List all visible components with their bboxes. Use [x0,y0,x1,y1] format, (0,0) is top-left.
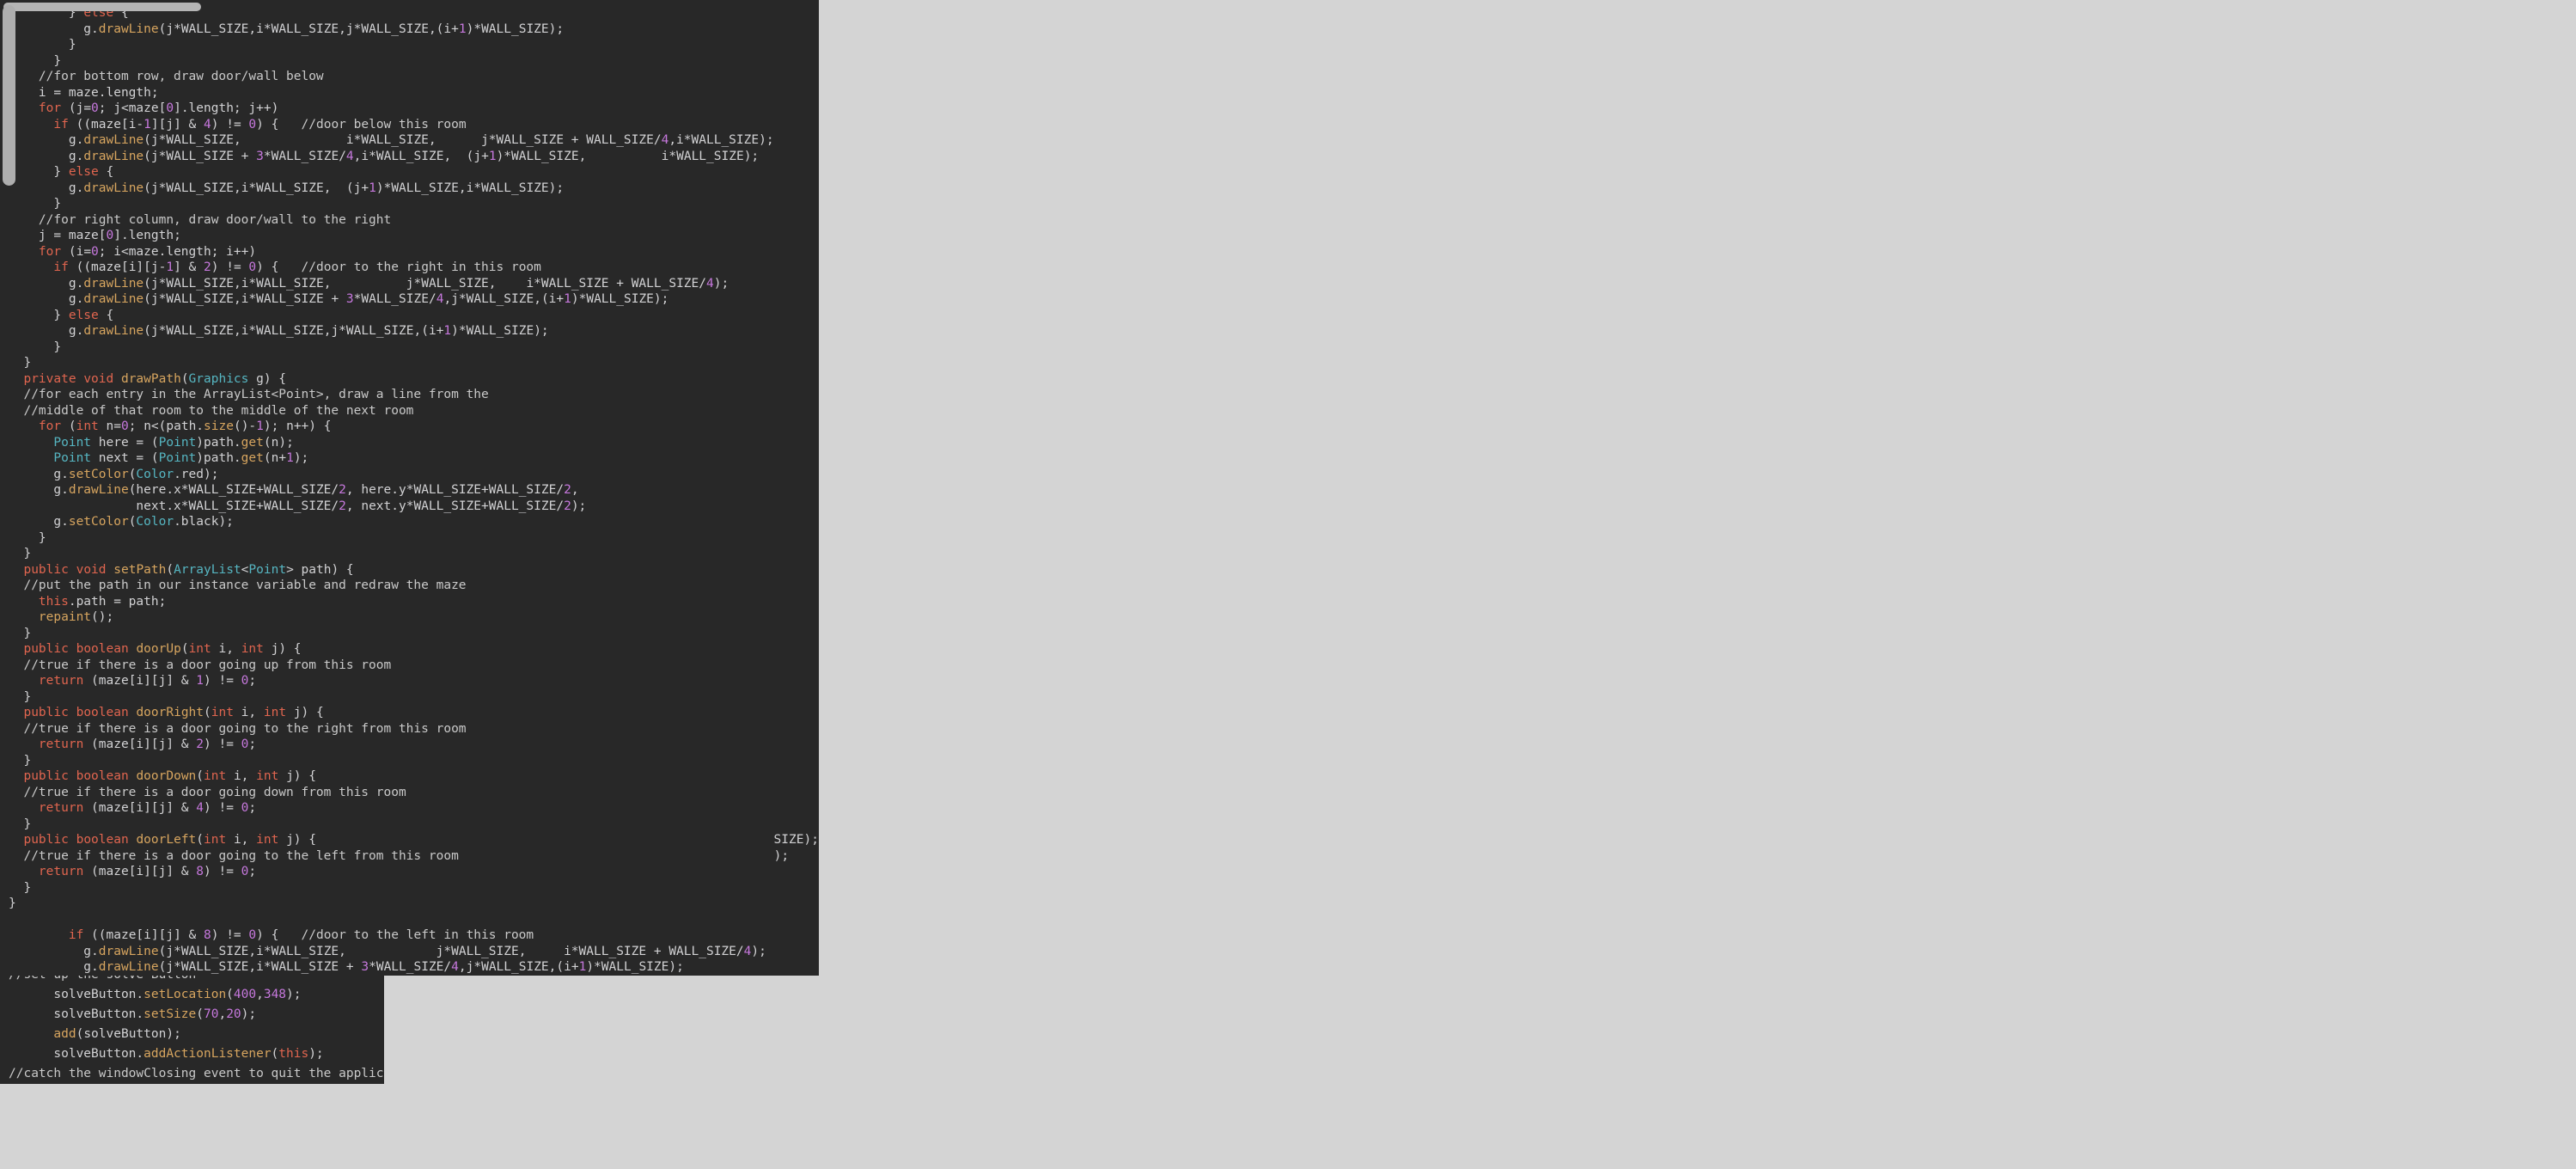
code-line: j = maze[0].length; [9,229,181,242]
code-line: return (maze[i][j] & 1) != 0; [38,674,257,688]
code-line: } [9,626,32,640]
code-line: //put the path in our instance variable … [23,578,467,592]
code-line: if ((maze[i][j] & 8) != 0) { //door to t… [68,928,534,942]
horizontal-scrollbar-thumb[interactable] [3,3,201,11]
code-line: g.drawLine(j*WALL_SIZE,i*WALL_SIZE, j*WA… [9,276,729,291]
code-line: } [9,817,32,831]
code-line: //true if there is a door going up from … [23,658,392,672]
code-line: g.drawLine(j*WALL_SIZE,i*WALL_SIZE + 3*W… [9,960,684,974]
vertical-scrollbar-thumb[interactable] [3,5,15,186]
code-line: //true if there is a door going to the l… [23,848,459,863]
code-line: g.drawLine(j*WALL_SIZE,i*WALL_SIZE,j*WAL… [9,21,565,36]
code-line: } [9,53,62,68]
code-line: } [9,356,32,370]
code-line: Point here = (Point)path.get(n); [53,435,294,450]
code-line: public boolean doorRight(int i, int j) { [23,706,324,719]
code-line: public void setPath(ArrayList<Point> pat… [23,562,354,577]
code-line: } [9,38,76,52]
code-line: } [9,340,62,354]
code-line: } [9,547,32,560]
code-line: } else { [9,308,114,322]
code-line: add(solveButton); [53,1026,181,1041]
code-line: } [9,689,32,704]
code-line: g.drawLine(j*WALL_SIZE,i*WALL_SIZE,j*WAL… [9,324,549,338]
code-line: g.setColor(Color.black); [9,515,234,529]
code-line: for (j=0; j<maze[0].length; j++) [38,101,279,115]
code-line: if ((maze[i-1][j] & 4) != 0) { //door be… [53,117,467,132]
code-line: } else { [9,165,114,179]
code-line: } [9,880,32,895]
code-line: //for each entry in the ArrayList<Point>… [23,388,489,401]
code-line: repaint(); [38,610,114,624]
code-line: Point next = (Point)path.get(n+1); [53,451,309,465]
code-line: solveButton.addActionListener(this); [9,1046,324,1061]
code-line: public boolean doorDown(int i, int j) { [23,769,316,783]
code-line: } [9,197,62,211]
code-line: solveButton.setLocation(400,348); [9,987,302,1001]
code-line: g.drawLine(here.x*WALL_SIZE+WALL_SIZE/2,… [9,483,579,497]
code-line: g.drawLine(j*WALL_SIZE,i*WALL_SIZE, (j+1… [9,181,565,195]
code-line: for (int n=0; n<(path.size()-1); n++) { [38,419,332,433]
code-section: } else { g.drawLine(j*WALL_SIZE,i*WALL_S… [9,5,774,912]
code-line: g.drawLine(j*WALL_SIZE + 3*WALL_SIZE/4,i… [9,149,760,163]
code-line: //true if there is a door going to the r… [23,721,467,736]
code-line: i = maze.length; [9,85,159,100]
code-pane-4[interactable]: } else { g.drawLine(j*WALL_SIZE,i*WALL_S… [0,0,774,912]
code-line: for (i=0; i<maze.length; i++) [38,244,257,259]
code-line: //for right column, draw door/wall to th… [38,212,392,227]
code-line: g.drawLine(j*WALL_SIZE,i*WALL_SIZE, j*WA… [9,944,766,958]
code-line: public boolean doorLeft(int i, int j) { [23,833,316,847]
code-line: //middle of that room to the middle of t… [23,403,414,418]
code-line: public boolean doorUp(int i, int j) { [23,642,302,656]
code-line: if ((maze[i][j-1] & 2) != 0) { //door to… [53,260,541,274]
code-line: private void drawPath(Graphics g) { [23,371,287,386]
code-line: this.path = path; [38,594,167,609]
code-line: next.x*WALL_SIZE+WALL_SIZE/2, next.y*WAL… [9,499,587,513]
code-line: solveButton.setSize(70,20); [9,1007,257,1021]
code-line: } [9,897,16,910]
code-line: //for bottom row, draw door/wall below [38,70,324,83]
code-line: g.drawLine(j*WALL_SIZE, i*WALL_SIZE, j*W… [9,133,774,147]
code-line: } [9,530,46,545]
code-line: g.drawLine(j*WALL_SIZE,i*WALL_SIZE + 3*W… [9,292,669,306]
code-line: } [9,753,32,768]
code-line: //true if there is a door going down fro… [23,785,406,799]
code-line: return (maze[i][j] & 8) != 0; [38,865,257,878]
code-line: g.setColor(Color.red); [9,467,219,481]
code-line: //catch the windowClosing event to quit … [9,1066,384,1080]
code-line: return (maze[i][j] & 4) != 0; [38,801,257,815]
code-line: return (maze[i][j] & 2) != 0; [38,738,257,751]
